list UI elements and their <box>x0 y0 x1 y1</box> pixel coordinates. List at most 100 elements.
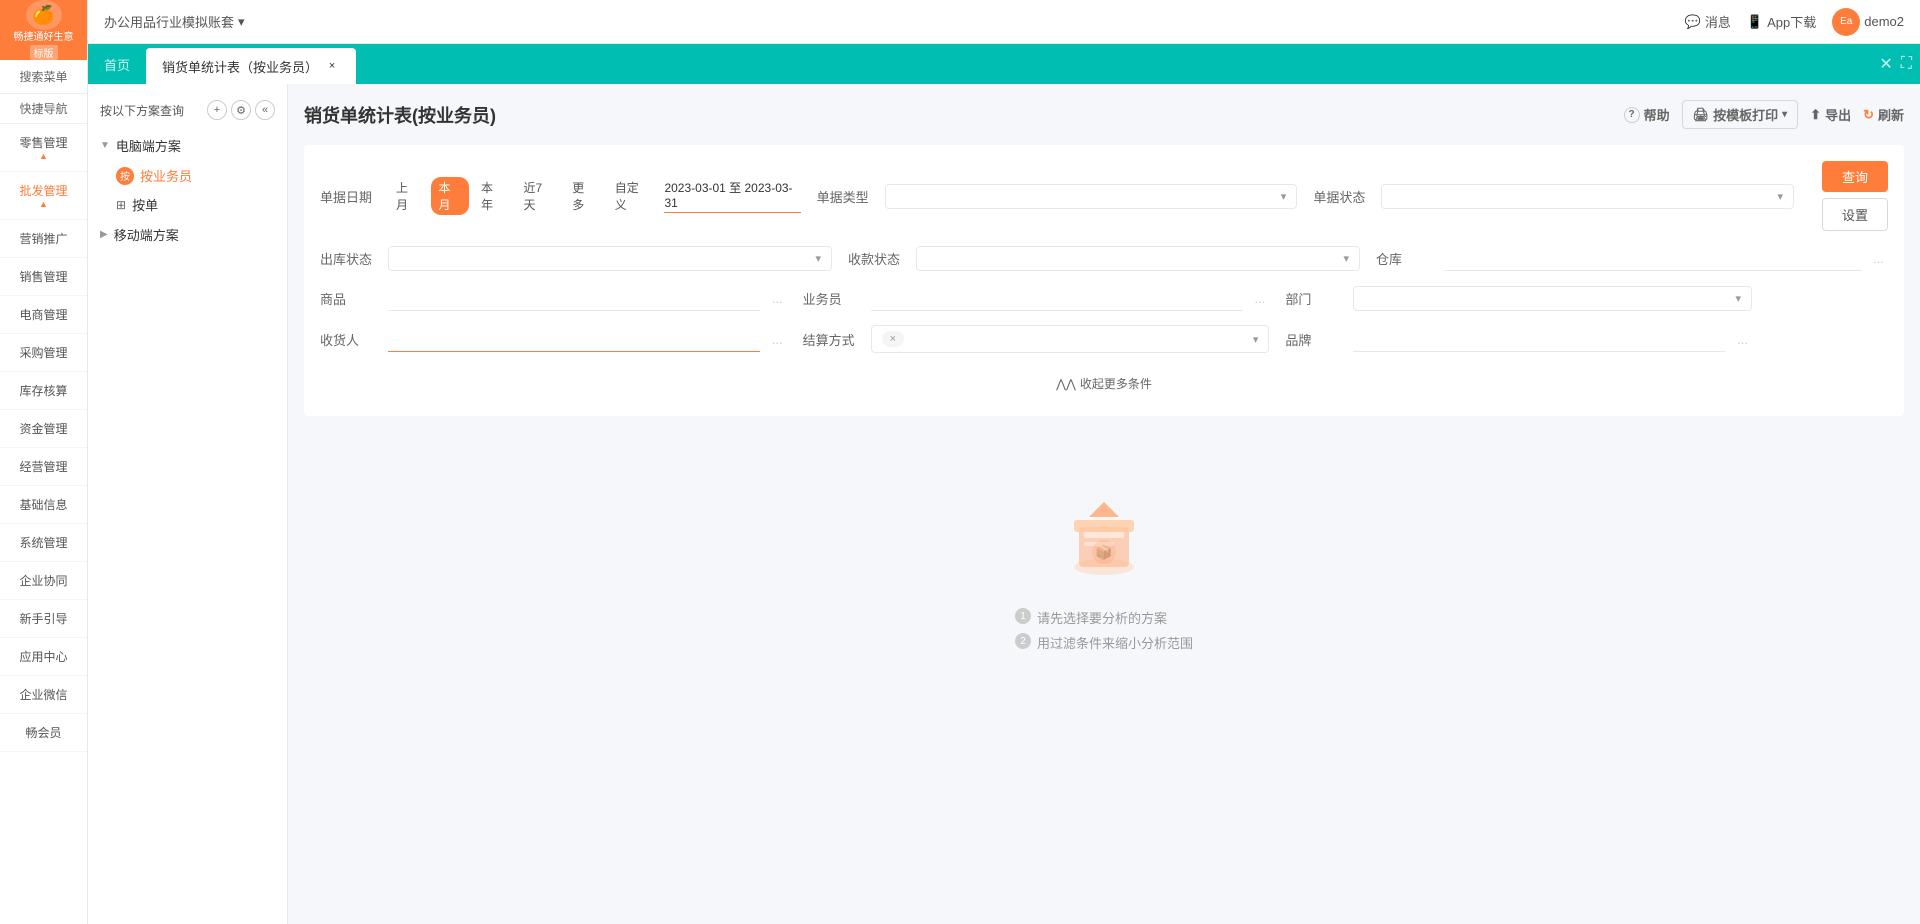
sidebar-item-sales[interactable]: 销售管理 <box>0 258 87 296</box>
tab-close-icon[interactable]: × <box>324 58 340 74</box>
left-panel-actions: + ⚙ « <box>207 100 275 120</box>
sidebar-item-finance[interactable]: 资金管理 <box>0 410 87 448</box>
logo-text: 畅捷通好生意 <box>14 32 74 44</box>
account-name: 办公用品行业模拟账套 <box>104 12 234 31</box>
sidebar-item-app-center-label: 应用中心 <box>19 648 67 665</box>
search-menu[interactable]: 搜索菜单 <box>0 60 87 94</box>
warehouse-input[interactable] <box>1444 245 1861 271</box>
warehouse-label: 仓库 <box>1376 249 1436 268</box>
refresh-label: 刷新 <box>1878 105 1904 124</box>
tree-mobile-scheme[interactable]: ▶ 移动端方案 <box>88 219 287 250</box>
sidebar-item-finance-label: 资金管理 <box>19 420 67 437</box>
date-label: 单据日期 <box>320 187 380 206</box>
message-btn[interactable]: 💬 消息 <box>1685 12 1731 31</box>
add-scheme-btn[interactable]: + <box>207 100 227 120</box>
refresh-icon: ↻ <box>1863 107 1874 123</box>
receiver-input[interactable] <box>388 326 760 352</box>
empty-tip-2-label: 用过滤条件来缩小分析范围 <box>1037 633 1193 652</box>
date-tab-this-year[interactable]: 本年 <box>473 177 512 215</box>
collapse-btn[interactable]: ⋀⋀ 收起更多条件 <box>1056 375 1152 392</box>
date-tab-more[interactable]: 更多 <box>564 177 603 215</box>
sidebar-item-purchase-label: 采购管理 <box>19 344 67 361</box>
dept-select[interactable]: ▾ <box>1353 286 1752 311</box>
receiver-dots-btn[interactable]: ... <box>768 332 787 347</box>
app-logo[interactable]: 🍊 畅捷通好生意 标版 <box>0 0 88 60</box>
sidebar-item-system-label: 系统管理 <box>19 534 67 551</box>
salesperson-dots-btn[interactable]: ... <box>1251 291 1270 306</box>
sidebar-item-inventory-label: 库存核算 <box>19 382 67 399</box>
app-download-btn[interactable]: 📱 App下载 <box>1747 12 1816 31</box>
sidebar-item-wechat[interactable]: 企业微信 <box>0 676 87 714</box>
settle-select[interactable]: × ▾ <box>871 325 1270 353</box>
date-tab-custom[interactable]: 自定义 <box>607 177 657 215</box>
type-select[interactable]: ▾ <box>885 184 1298 209</box>
date-tab-last-month[interactable]: 上月 <box>388 177 427 215</box>
topbar: 办公用品行业模拟账套 ▾ 💬 消息 📱 App下载 Ea demo2 <box>88 0 1920 44</box>
brand-dots-btn[interactable]: ... <box>1733 332 1752 347</box>
status-select[interactable]: ▾ <box>1381 184 1794 209</box>
salesperson-input[interactable] <box>871 285 1243 311</box>
settle-tag-close-icon[interactable]: × <box>890 333 896 345</box>
filter-settle-col: 结算方式 × ▾ <box>803 325 1270 353</box>
logo-sub: 标版 <box>30 45 58 60</box>
tab-close-all-icon[interactable]: ✕ <box>1879 54 1892 74</box>
export-btn[interactable]: ⬆ 导出 <box>1810 105 1851 124</box>
app-download-label: App下载 <box>1767 12 1816 31</box>
scheme-settings-btn[interactable]: ⚙ <box>231 100 251 120</box>
sidebar-item-newbie[interactable]: 新手引导 <box>0 600 87 638</box>
tab-expand-icon[interactable]: ⛶ <box>1901 55 1912 73</box>
sidebar-item-member[interactable]: 畅会员 <box>0 714 87 752</box>
account-dropdown[interactable]: 办公用品行业模拟账套 ▾ <box>104 12 245 31</box>
main-area: 办公用品行业模拟账套 ▾ 💬 消息 📱 App下载 Ea demo2 首页 <box>88 0 1920 924</box>
wholesale-arrow: ▲ <box>39 199 48 209</box>
warehouse-dots-btn[interactable]: ... <box>1869 251 1888 266</box>
query-btn[interactable]: 查询 <box>1822 161 1888 192</box>
refresh-btn[interactable]: ↻ 刷新 <box>1863 105 1904 124</box>
by-order-label: 按单 <box>132 195 158 214</box>
settings-btn[interactable]: 设置 <box>1822 198 1888 231</box>
tab-home[interactable]: 首页 <box>88 44 146 84</box>
sidebar-item-retail[interactable]: 零售管理 ▲ <box>0 124 87 172</box>
sidebar-item-purchase[interactable]: 采购管理 <box>0 334 87 372</box>
tree-pc-scheme[interactable]: ▼ 电脑端方案 <box>88 130 287 161</box>
user-name: demo2 <box>1864 14 1904 29</box>
goods-input[interactable] <box>388 285 760 311</box>
collect-status-select[interactable]: ▾ <box>916 246 1360 271</box>
sidebar-item-sales-label: 销售管理 <box>19 268 67 285</box>
sidebar-item-marketing[interactable]: 营销推广 <box>0 220 87 258</box>
goods-dots-btn[interactable]: ... <box>768 291 787 306</box>
export-icon: ⬆ <box>1810 107 1821 123</box>
sidebar-item-inventory[interactable]: 库存核算 <box>0 372 87 410</box>
sidebar-item-wholesale[interactable]: 批发管理 ▲ <box>0 172 87 220</box>
user-menu[interactable]: Ea demo2 <box>1832 8 1904 36</box>
salesperson-badge: 按 <box>116 167 134 185</box>
filter-card: 单据日期 上月 本月 本年 近7天 更多 自定义 2023-03-01 至 20… <box>304 145 1904 416</box>
filter-collect-status-col: 收款状态 ▾ <box>848 246 1360 271</box>
filter-row-3: 商品 ... 业务员 ... 部门 ▾ <box>320 285 1888 311</box>
print-btn[interactable]: 🖨 按模板打印 ▾ <box>1682 100 1799 129</box>
date-tab-this-month[interactable]: 本月 <box>431 177 470 215</box>
sidebar-item-basic[interactable]: 基础信息 <box>0 486 87 524</box>
tree-by-order[interactable]: ⊞ 按单 <box>88 190 287 219</box>
account-chevron-icon: ▾ <box>238 14 245 30</box>
sidebar-item-member-label: 畅会员 <box>25 724 61 741</box>
sidebar-item-ecommerce[interactable]: 电商管理 <box>0 296 87 334</box>
sidebar-item-operations[interactable]: 经营管理 <box>0 448 87 486</box>
date-tab-last-7[interactable]: 近7天 <box>516 177 561 215</box>
quick-nav[interactable]: 快捷导航 <box>0 94 87 124</box>
tab-home-label: 首页 <box>104 55 130 74</box>
pc-scheme-arrow-icon: ▼ <box>100 140 110 151</box>
sidebar-item-enterprise[interactable]: 企业协同 <box>0 562 87 600</box>
tree-by-salesperson[interactable]: 按 按业务员 <box>88 161 287 190</box>
sidebar-item-retail-label: 零售管理 <box>19 134 67 151</box>
brand-input[interactable] <box>1353 326 1725 352</box>
collapse-panel-btn[interactable]: « <box>255 100 275 120</box>
sidebar-item-app-center[interactable]: 应用中心 <box>0 638 87 676</box>
help-btn[interactable]: ? 帮助 <box>1624 105 1670 124</box>
out-status-select[interactable]: ▾ <box>388 246 832 271</box>
sidebar-item-system[interactable]: 系统管理 <box>0 524 87 562</box>
tab-sales-stat[interactable]: 销货单统计表（按业务员） × <box>146 48 356 84</box>
sidebar: 🍊 畅捷通好生意 标版 搜索菜单 快捷导航 零售管理 ▲ 批发管理 ▲ 营销推广… <box>0 0 88 924</box>
filter-status-col: 单据状态 ▾ <box>1313 184 1794 209</box>
filter-row-4: 收货人 ... 结算方式 × ▾ 品牌 <box>320 325 1888 353</box>
